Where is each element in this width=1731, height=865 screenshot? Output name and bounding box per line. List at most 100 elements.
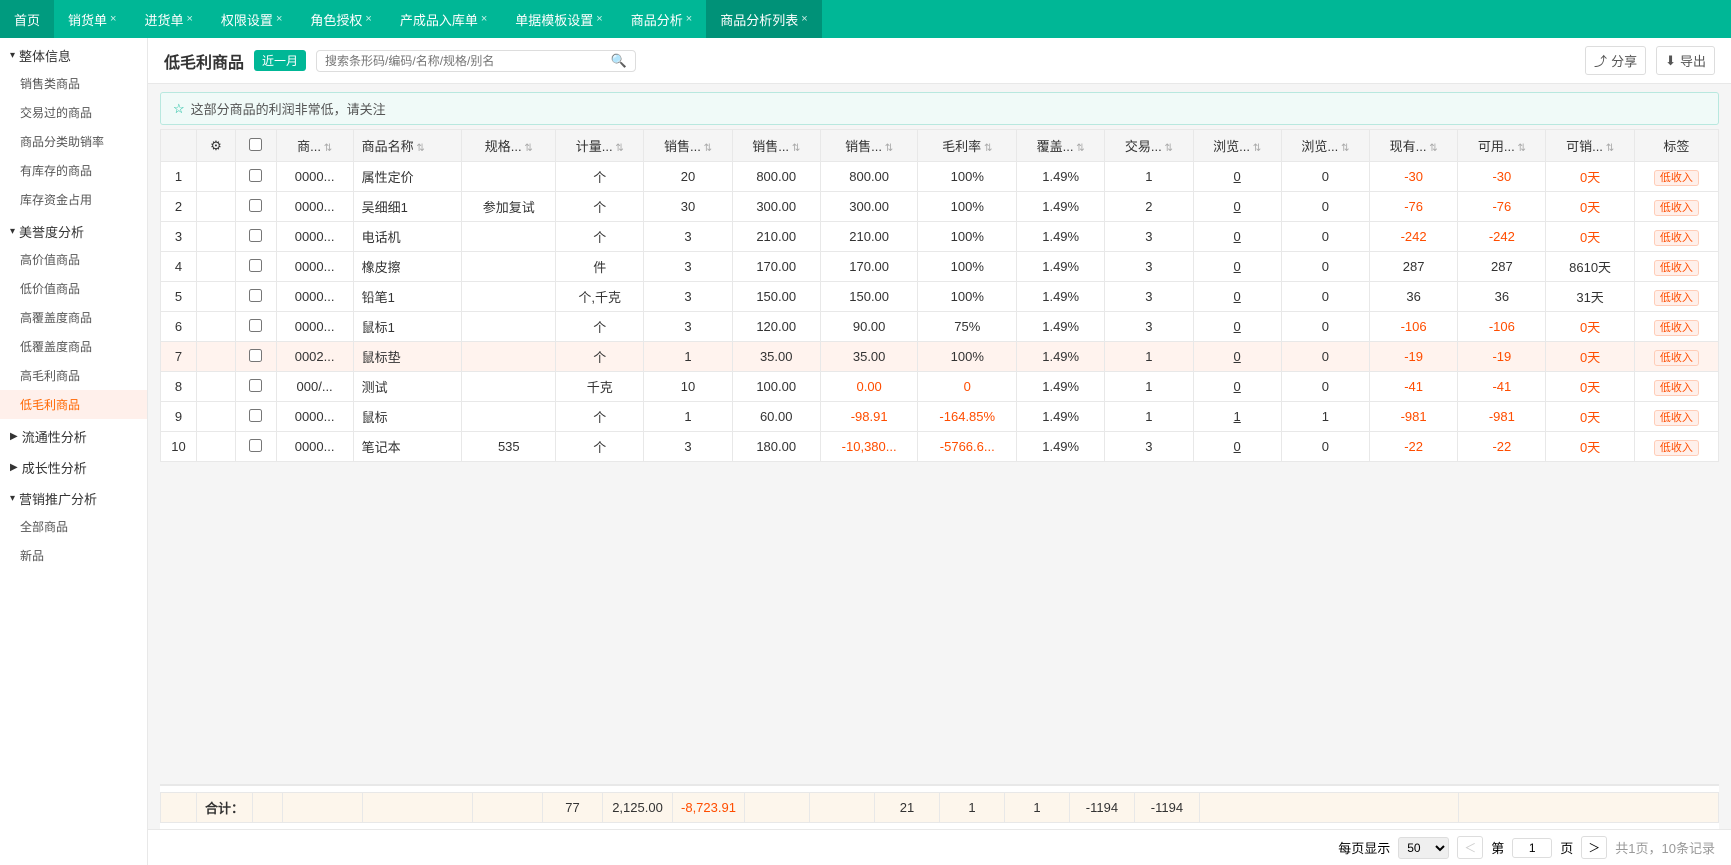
row-browse1[interactable]: 0 xyxy=(1193,222,1281,252)
col-header-browse2[interactable]: 浏览... ⇅ xyxy=(1281,130,1369,162)
col-header-code[interactable]: 商... ⇅ xyxy=(276,130,353,162)
search-box[interactable]: 🔍 xyxy=(316,50,636,72)
row-gross-margin: -5766.6... xyxy=(918,432,1017,462)
col-header-spec[interactable]: 规格... ⇅ xyxy=(462,130,556,162)
nav-home[interactable]: 首页 xyxy=(0,0,54,38)
col-header-unit[interactable]: 计量... ⇅ xyxy=(556,130,644,162)
sidebar-item-low-coverage[interactable]: 低覆盖度商品 xyxy=(0,332,147,361)
per-page-select[interactable]: 50 20 100 xyxy=(1398,837,1449,859)
sidebar-item-in-stock[interactable]: 有库存的商品 xyxy=(0,156,147,185)
nav-close-product-analysis-list[interactable]: × xyxy=(801,13,807,25)
page-header: 低毛利商品 近一月 🔍 ⤴ 分享 ⬇ 导出 xyxy=(148,38,1731,84)
sidebar-item-high-coverage[interactable]: 高覆盖度商品 xyxy=(0,303,147,332)
sidebar-item-capital[interactable]: 库存资金占用 xyxy=(0,185,147,214)
row-browse1[interactable]: 1 xyxy=(1193,402,1281,432)
col-header-gross-margin[interactable]: 毛利率 ⇅ xyxy=(918,130,1017,162)
nav-role[interactable]: 角色授权 × xyxy=(296,0,385,38)
row-browse1[interactable]: 0 xyxy=(1193,342,1281,372)
row-current-stock: -242 xyxy=(1370,222,1458,252)
nav-close-product-analysis[interactable]: × xyxy=(686,13,692,25)
next-page-button[interactable]: ＞ xyxy=(1581,836,1607,859)
row-checkbox[interactable] xyxy=(235,192,276,222)
row-browse1[interactable]: 0 xyxy=(1193,282,1281,312)
col-header-saleable-stock[interactable]: 可销... ⇅ xyxy=(1546,130,1634,162)
sidebar-item-high-value[interactable]: 高价值商品 xyxy=(0,245,147,274)
nav-template[interactable]: 单据模板设置 × xyxy=(501,0,616,38)
col-header-sales-price[interactable]: 销售... ⇅ xyxy=(732,130,820,162)
nav-permission[interactable]: 权限设置 × xyxy=(207,0,296,38)
row-checkbox[interactable] xyxy=(235,222,276,252)
nav-close-role[interactable]: × xyxy=(365,13,371,25)
row-coverage: 1.49% xyxy=(1017,312,1105,342)
sidebar-item-new-products[interactable]: 新品 xyxy=(0,541,147,570)
export-button[interactable]: ⬇ 导出 xyxy=(1656,46,1715,75)
nav-close-purchase[interactable]: × xyxy=(186,13,192,25)
nav-production[interactable]: 产成品入库单 × xyxy=(386,0,501,38)
row-checkbox[interactable] xyxy=(235,312,276,342)
col-header-browse1[interactable]: 浏览... ⇅ xyxy=(1193,130,1281,162)
row-checkbox[interactable] xyxy=(235,162,276,192)
total-trade-count: 21 xyxy=(874,793,939,823)
sidebar-group-overall[interactable]: ▾ 整体信息 xyxy=(0,38,147,69)
row-current-stock: -981 xyxy=(1370,402,1458,432)
products-table: ⚙ 商... ⇅ 商品名称 ⇅ 规格... ⇅ 计量... ⇅ 销售... ⇅ … xyxy=(160,129,1719,462)
share-button[interactable]: ⤴ 分享 xyxy=(1585,46,1646,75)
row-available-stock: -22 xyxy=(1458,432,1546,462)
sidebar-group-flow[interactable]: ▶ 流通性分析 xyxy=(0,419,147,450)
sidebar-group-reputation[interactable]: ▾ 美誉度分析 xyxy=(0,214,147,245)
nav-sales[interactable]: 销货单 × xyxy=(54,0,130,38)
row-checkbox[interactable] xyxy=(235,252,276,282)
row-checkbox[interactable] xyxy=(235,402,276,432)
share-icon: ⤴ xyxy=(1594,51,1607,70)
nav-purchase[interactable]: 进货单 × xyxy=(130,0,206,38)
row-checkbox[interactable] xyxy=(235,282,276,312)
row-sales-price: 35.00 xyxy=(732,342,820,372)
row-sales-qty: 3 xyxy=(644,252,732,282)
nav-close-production[interactable]: × xyxy=(481,13,487,25)
col-header-available-stock[interactable]: 可用... ⇅ xyxy=(1458,130,1546,162)
row-saleable-stock: 0天 xyxy=(1546,222,1634,252)
col-header-sales-profit[interactable]: 销售... ⇅ xyxy=(820,130,918,162)
pagination-bar: 每页显示 50 20 100 ＜ 第 页 ＞ 共1页，10条记录 xyxy=(148,829,1731,865)
col-header-name[interactable]: 商品名称 ⇅ xyxy=(353,130,462,162)
row-checkbox[interactable] xyxy=(235,432,276,462)
sidebar-item-high-margin[interactable]: 高毛利商品 xyxy=(0,361,147,390)
sidebar-group-marketing[interactable]: ▾ 营销推广分析 xyxy=(0,481,147,512)
sidebar-item-low-value[interactable]: 低价值商品 xyxy=(0,274,147,303)
row-browse2: 0 xyxy=(1281,162,1369,192)
sidebar-item-low-margin[interactable]: 低毛利商品 xyxy=(0,390,147,419)
col-header-current-stock[interactable]: 现有... ⇅ xyxy=(1370,130,1458,162)
time-tag-button[interactable]: 近一月 xyxy=(254,50,306,71)
sidebar-group-growth[interactable]: ▶ 成长性分析 xyxy=(0,450,147,481)
row-browse1[interactable]: 0 xyxy=(1193,432,1281,462)
sidebar-item-sales-products[interactable]: 销售类商品 xyxy=(0,69,147,98)
search-icon[interactable]: 🔍 xyxy=(611,53,627,69)
row-browse1[interactable]: 0 xyxy=(1193,192,1281,222)
nav-close-template[interactable]: × xyxy=(596,13,602,25)
nav-close-permission[interactable]: × xyxy=(276,13,282,25)
row-checkbox[interactable] xyxy=(235,372,276,402)
nav-product-analysis-list[interactable]: 商品分析列表 × xyxy=(706,0,821,38)
row-browse1[interactable]: 0 xyxy=(1193,312,1281,342)
search-input[interactable] xyxy=(325,54,611,68)
page-input[interactable] xyxy=(1512,838,1552,858)
data-table-container[interactable]: ⚙ 商... ⇅ 商品名称 ⇅ 规格... ⇅ 计量... ⇅ 销售... ⇅ … xyxy=(160,129,1719,784)
select-all-checkbox[interactable] xyxy=(249,138,262,151)
row-browse1[interactable]: 0 xyxy=(1193,162,1281,192)
prev-page-button[interactable]: ＜ xyxy=(1457,836,1483,859)
col-header-setting[interactable]: ⚙ xyxy=(197,130,236,162)
sidebar-item-traded-products[interactable]: 交易过的商品 xyxy=(0,98,147,127)
nav-product-analysis[interactable]: 商品分析 × xyxy=(617,0,706,38)
col-header-trade-count[interactable]: 交易... ⇅ xyxy=(1105,130,1193,162)
row-browse1[interactable]: 0 xyxy=(1193,372,1281,402)
col-header-tag[interactable]: 标签 xyxy=(1634,130,1718,162)
row-tag: 低收入 xyxy=(1634,312,1718,342)
row-checkbox[interactable] xyxy=(235,342,276,372)
row-browse1[interactable]: 0 xyxy=(1193,252,1281,282)
nav-close-sales[interactable]: × xyxy=(110,13,116,25)
sidebar-item-all-products[interactable]: 全部商品 xyxy=(0,512,147,541)
col-header-coverage[interactable]: 覆盖... ⇅ xyxy=(1017,130,1105,162)
sidebar-item-category-sales[interactable]: 商品分类助销率 xyxy=(0,127,147,156)
col-header-sales-qty[interactable]: 销售... ⇅ xyxy=(644,130,732,162)
col-header-check[interactable] xyxy=(235,130,276,162)
